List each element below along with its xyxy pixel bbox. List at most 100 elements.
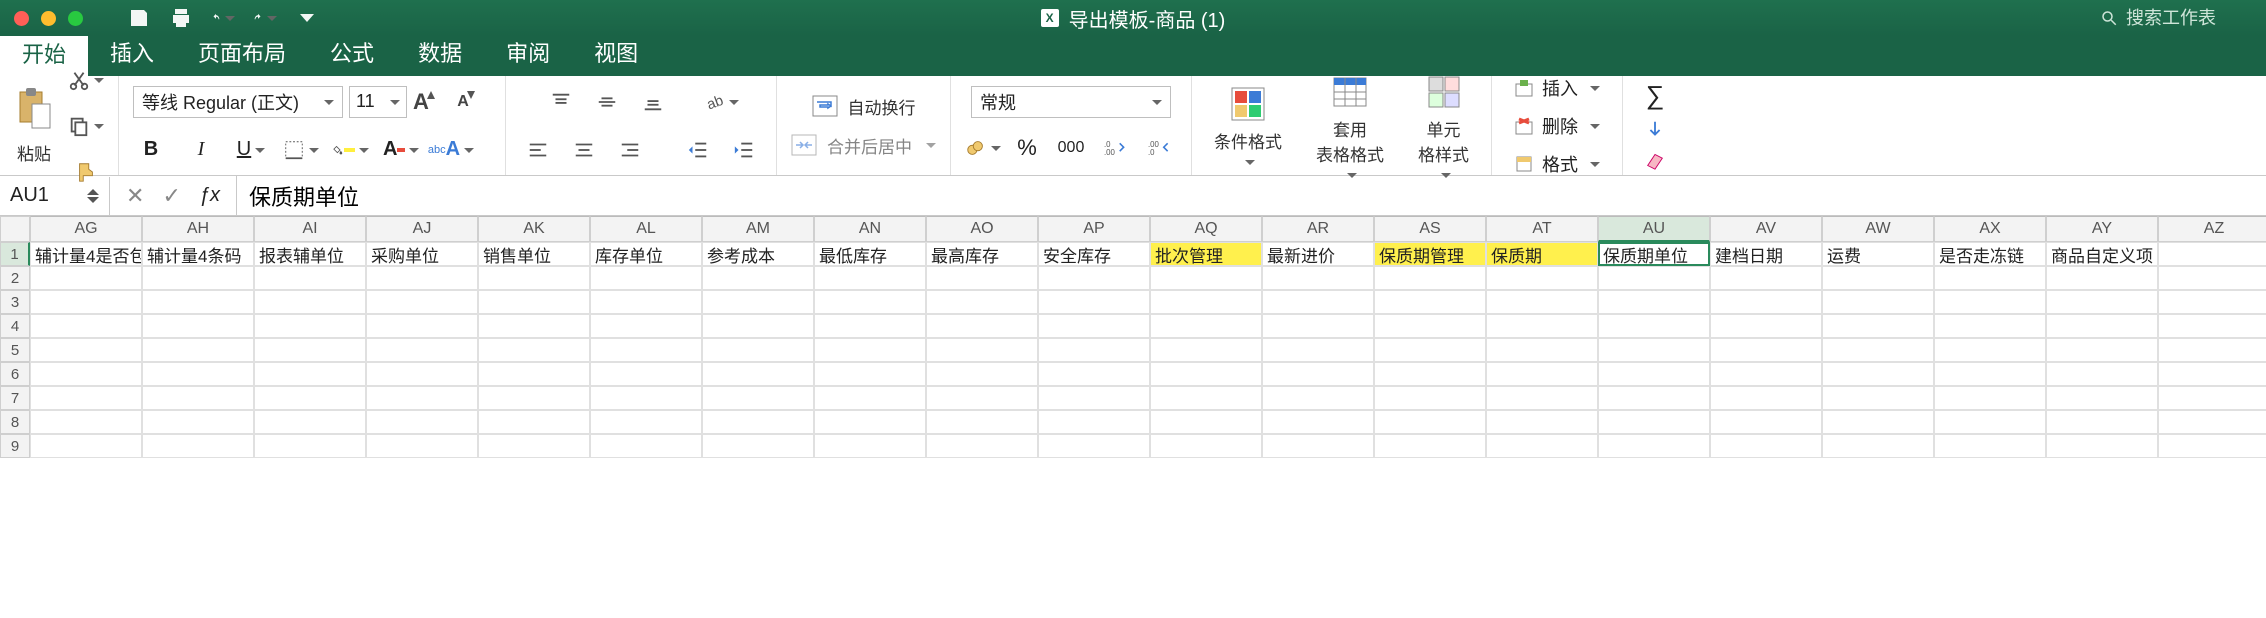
row-header[interactable]: 1 bbox=[0, 242, 30, 266]
cell[interactable]: 批次管理 bbox=[1150, 242, 1262, 266]
cell[interactable] bbox=[1710, 434, 1822, 458]
orientation-button[interactable]: ab bbox=[703, 84, 739, 120]
cell[interactable] bbox=[1710, 290, 1822, 314]
cell[interactable] bbox=[1374, 386, 1486, 410]
cell[interactable] bbox=[702, 290, 814, 314]
cell[interactable] bbox=[1374, 266, 1486, 290]
align-right-button[interactable] bbox=[612, 132, 648, 168]
format-as-table-button[interactable]: 套用 表格格式 bbox=[1308, 68, 1392, 184]
fx-button[interactable]: ƒx bbox=[199, 184, 220, 207]
cell[interactable] bbox=[590, 338, 702, 362]
cell[interactable] bbox=[30, 362, 142, 386]
cell[interactable] bbox=[478, 314, 590, 338]
cell[interactable] bbox=[1822, 314, 1934, 338]
cell[interactable] bbox=[1934, 386, 2046, 410]
cell[interactable] bbox=[1150, 362, 1262, 386]
cell[interactable] bbox=[1262, 314, 1374, 338]
cell[interactable] bbox=[926, 290, 1038, 314]
cell[interactable] bbox=[1262, 266, 1374, 290]
decrease-decimal-button[interactable]: .00.0 bbox=[1141, 130, 1177, 166]
cell[interactable] bbox=[702, 266, 814, 290]
cell[interactable] bbox=[1374, 410, 1486, 434]
cell[interactable] bbox=[1038, 338, 1150, 362]
cell[interactable] bbox=[1038, 386, 1150, 410]
cell[interactable] bbox=[366, 410, 478, 434]
cell[interactable]: 是否走冻链 bbox=[1934, 242, 2046, 266]
cell[interactable] bbox=[1486, 362, 1598, 386]
currency-button[interactable] bbox=[965, 130, 1001, 166]
cell[interactable] bbox=[1710, 314, 1822, 338]
cell[interactable] bbox=[254, 362, 366, 386]
row-header[interactable]: 2 bbox=[0, 266, 30, 290]
cell[interactable] bbox=[1262, 386, 1374, 410]
cell[interactable] bbox=[702, 362, 814, 386]
cell[interactable] bbox=[30, 266, 142, 290]
cell[interactable]: 参考成本 bbox=[702, 242, 814, 266]
cell[interactable] bbox=[1150, 290, 1262, 314]
conditional-format-button[interactable]: 条件格式 bbox=[1206, 80, 1290, 171]
cell[interactable] bbox=[1598, 386, 1710, 410]
cell[interactable] bbox=[1038, 314, 1150, 338]
cell[interactable] bbox=[1374, 290, 1486, 314]
cell[interactable] bbox=[478, 290, 590, 314]
cell[interactable] bbox=[2046, 386, 2158, 410]
italic-button[interactable]: I bbox=[183, 132, 219, 168]
cell[interactable] bbox=[2046, 362, 2158, 386]
increase-font-button[interactable]: A bbox=[413, 84, 449, 120]
cell[interactable] bbox=[926, 410, 1038, 434]
formula-input[interactable] bbox=[237, 183, 2266, 209]
cell[interactable]: 库存单位 bbox=[590, 242, 702, 266]
cell[interactable] bbox=[814, 434, 926, 458]
clear-button[interactable] bbox=[1637, 149, 1673, 171]
row-header[interactable]: 6 bbox=[0, 362, 30, 386]
cell[interactable] bbox=[1934, 410, 2046, 434]
cell[interactable] bbox=[2046, 434, 2158, 458]
cell[interactable] bbox=[1822, 362, 1934, 386]
cell[interactable] bbox=[1934, 266, 2046, 290]
cell[interactable] bbox=[1598, 290, 1710, 314]
column-header[interactable]: AV bbox=[1710, 216, 1822, 242]
cell[interactable] bbox=[590, 266, 702, 290]
cell[interactable] bbox=[366, 338, 478, 362]
cut-button[interactable] bbox=[68, 62, 104, 98]
comma-style-button[interactable]: 000 bbox=[1053, 130, 1089, 166]
column-header[interactable]: AO bbox=[926, 216, 1038, 242]
increase-decimal-button[interactable]: .0.00 bbox=[1097, 130, 1133, 166]
cell[interactable] bbox=[814, 338, 926, 362]
column-header[interactable]: AX bbox=[1934, 216, 2046, 242]
cell[interactable] bbox=[2158, 386, 2266, 410]
cell[interactable] bbox=[1822, 338, 1934, 362]
select-all-corner[interactable] bbox=[0, 216, 30, 242]
tab-data[interactable]: 数据 bbox=[396, 30, 484, 76]
row-header[interactable]: 3 bbox=[0, 290, 30, 314]
cell[interactable] bbox=[30, 410, 142, 434]
cell[interactable] bbox=[1262, 434, 1374, 458]
format-cells-button[interactable]: 格式 bbox=[1506, 147, 1608, 181]
cell[interactable] bbox=[702, 314, 814, 338]
cell[interactable] bbox=[254, 338, 366, 362]
cell[interactable] bbox=[254, 314, 366, 338]
cell[interactable] bbox=[1934, 338, 2046, 362]
cell[interactable] bbox=[926, 266, 1038, 290]
cell[interactable] bbox=[366, 386, 478, 410]
cell[interactable]: 销售单位 bbox=[478, 242, 590, 266]
cell-styles-button[interactable]: 单元 格样式 bbox=[1410, 68, 1477, 184]
cell[interactable] bbox=[1934, 434, 2046, 458]
column-header[interactable]: AI bbox=[254, 216, 366, 242]
column-header[interactable]: AL bbox=[590, 216, 702, 242]
number-format-select[interactable]: 常规 bbox=[971, 86, 1171, 118]
font-color-button[interactable]: A bbox=[383, 132, 419, 168]
cell[interactable] bbox=[1038, 410, 1150, 434]
cell[interactable] bbox=[1150, 338, 1262, 362]
search-sheet-input[interactable] bbox=[2126, 8, 2246, 29]
cell[interactable] bbox=[366, 362, 478, 386]
fullscreen-window-button[interactable] bbox=[68, 11, 83, 26]
column-header[interactable]: AG bbox=[30, 216, 142, 242]
cell[interactable] bbox=[926, 362, 1038, 386]
redo-button[interactable] bbox=[253, 6, 277, 30]
wrap-text-button[interactable]: 自动换行 bbox=[812, 94, 916, 119]
column-header[interactable]: AQ bbox=[1150, 216, 1262, 242]
cell[interactable] bbox=[1598, 338, 1710, 362]
cell[interactable] bbox=[1374, 434, 1486, 458]
cell[interactable] bbox=[1934, 290, 2046, 314]
